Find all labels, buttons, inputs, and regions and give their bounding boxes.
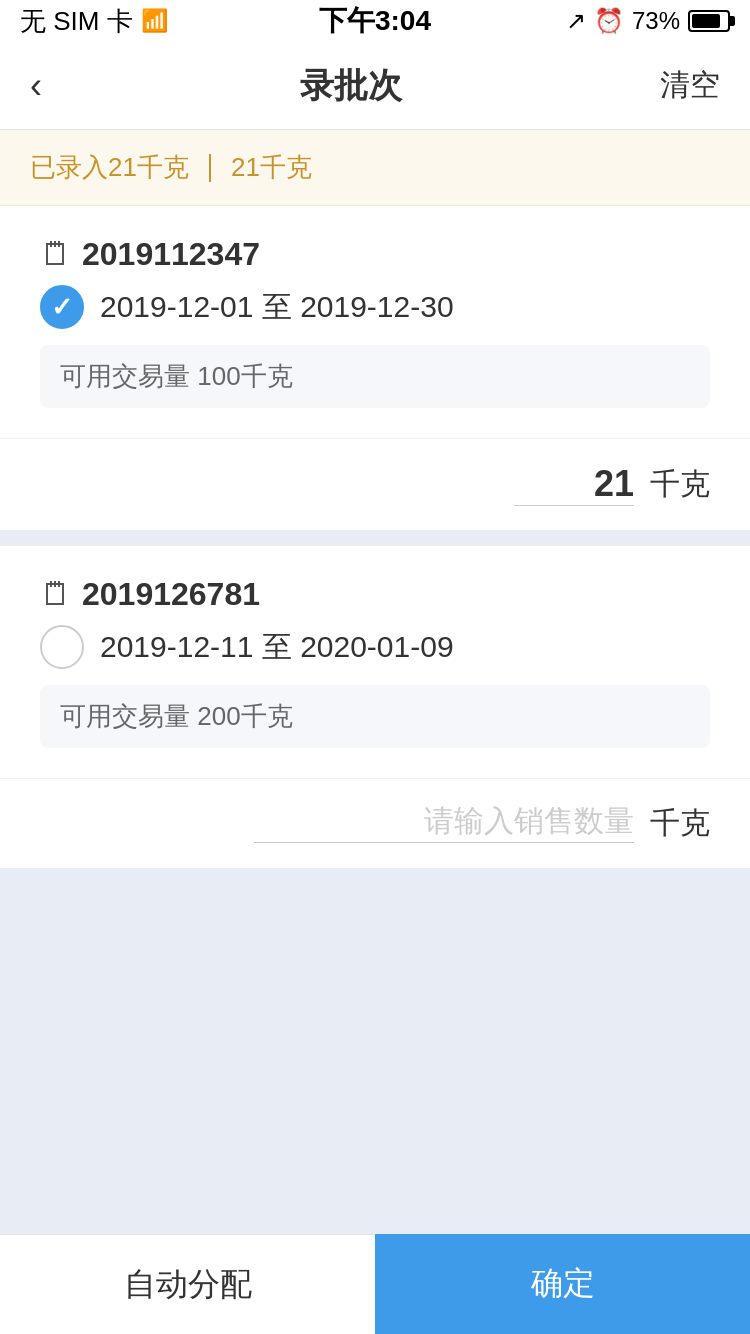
empty-area (0, 868, 750, 1288)
batch-2-doc-icon: 🗒 (40, 576, 72, 613)
status-carrier: 无 SIM 卡 📶 (20, 4, 168, 39)
confirm-button[interactable]: 确定 (375, 1234, 750, 1334)
summary-recorded: 已录入21千克 (30, 150, 189, 185)
back-button[interactable]: ‹ (30, 65, 42, 107)
batch-2-date-row: 2019-12-11 至 2020-01-09 (40, 625, 710, 669)
nav-bar: ‹ 录批次 清空 (0, 42, 750, 130)
batch-2-header: 🗒 2019126781 (40, 576, 710, 613)
batch-1-qty-row: 21 千克 (0, 438, 750, 530)
location-icon: ↗ (566, 7, 586, 35)
wifi-icon: 📶 (141, 8, 168, 34)
batch-2-qty-unit: 千克 (650, 803, 710, 844)
page-title: 录批次 (300, 63, 402, 109)
battery-icon (688, 10, 730, 32)
bottom-bar: 自动分配 确定 (0, 1234, 750, 1334)
status-right: ↗ ⏰ 73% (566, 7, 730, 35)
status-time: 下午3:04 (319, 2, 431, 40)
batch-card-2: 🗒 2019126781 2019-12-11 至 2020-01-09 可用交… (0, 546, 750, 778)
batch-1-available-qty: 可用交易量 100千克 (40, 345, 710, 408)
batch-1-date: 2019-12-01 至 2019-12-30 (100, 287, 454, 328)
carrier-text: 无 SIM 卡 (20, 4, 133, 39)
battery-percent: 73% (632, 7, 680, 35)
batch-2-id: 2019126781 (82, 576, 260, 613)
section-divider (0, 530, 750, 546)
batch-1-id: 2019112347 (82, 236, 260, 273)
batch-2-radio[interactable] (40, 625, 84, 669)
alarm-icon: ⏰ (594, 7, 624, 35)
batch-1-qty-value: 21 (514, 463, 634, 506)
batch-1-date-row: 2019-12-01 至 2019-12-30 (40, 285, 710, 329)
status-bar: 无 SIM 卡 📶 下午3:04 ↗ ⏰ 73% (0, 0, 750, 42)
batch-1-qty-unit: 千克 (650, 464, 710, 505)
summary-bar: 已录入21千克 21千克 (0, 130, 750, 206)
batch-1-doc-icon: 🗒 (40, 236, 72, 273)
batch-1-radio[interactable] (40, 285, 84, 329)
summary-divider (209, 154, 211, 182)
summary-total: 21千克 (231, 150, 312, 185)
batch-2-date: 2019-12-11 至 2020-01-09 (100, 627, 454, 668)
batch-2-input-row: 千克 (0, 778, 750, 868)
auto-distribute-button[interactable]: 自动分配 (0, 1234, 375, 1334)
batch-card-1: 🗒 2019112347 2019-12-01 至 2019-12-30 可用交… (0, 206, 750, 438)
batch-2-available-qty: 可用交易量 200千克 (40, 685, 710, 748)
batch-2-qty-input[interactable] (254, 804, 634, 843)
batch-1-header: 🗒 2019112347 (40, 236, 710, 273)
clear-button[interactable]: 清空 (660, 65, 720, 106)
